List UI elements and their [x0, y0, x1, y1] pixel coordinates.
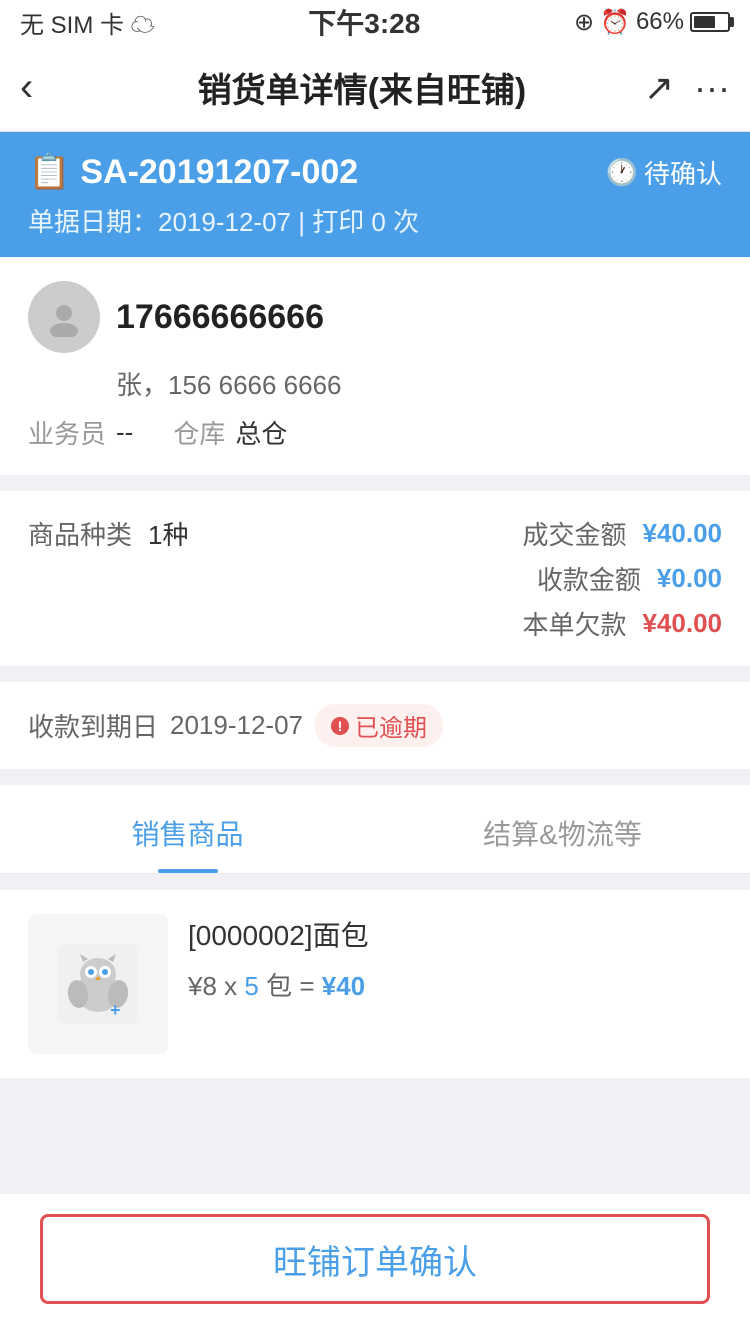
- product-price: ¥8 x 5 包 = ¥40: [188, 966, 722, 1003]
- deal-amount-value: ¥40.00: [642, 518, 722, 549]
- customer-section: 17666666666 张，156 6666 6666 业务员 -- 仓库 总仓: [0, 257, 750, 475]
- avatar: [28, 281, 100, 353]
- share-button[interactable]: ↗: [644, 67, 674, 109]
- due-date-value: 2019-12-07: [170, 710, 303, 741]
- owed-amount-row: 本单欠款 ¥40.00: [522, 605, 722, 642]
- status-time: 下午3:28: [308, 2, 420, 42]
- equals-sign: =: [299, 971, 321, 1001]
- deal-amount-row: 成交金额 ¥40.00: [522, 515, 722, 552]
- nav-bar: ‹ 销货单详情(来自旺铺) ↗ ···: [0, 44, 750, 132]
- order-header: 📋 SA-20191207-002 🕐 待确认 单据日期：2019-12-07 …: [0, 132, 750, 257]
- nav-actions: ↗ ···: [644, 67, 730, 109]
- tab-sales[interactable]: 销售商品: [0, 785, 375, 873]
- product-type-label: 商品种类: [28, 515, 132, 552]
- due-date-section: 收款到期日 2019-12-07 ! 已逾期: [0, 682, 750, 769]
- collected-amount-row: 收款金额 ¥0.00: [537, 560, 722, 597]
- owed-label: 本单欠款: [522, 605, 626, 642]
- summary-section: 商品种类 1种 成交金额 ¥40.00 收款金额 ¥0.00 本单欠款 ¥40.…: [0, 491, 750, 666]
- price-value: ¥8: [188, 971, 217, 1001]
- warehouse-item: 仓库 总仓: [173, 414, 287, 451]
- tabs-section: 销售商品 结算&物流等: [0, 785, 750, 874]
- product-name-text: 面包: [313, 920, 369, 951]
- bottom-action-bar: 旺铺订单确认: [0, 1193, 750, 1334]
- product-info: [0000002]面包 ¥8 x 5 包 = ¥40: [188, 914, 722, 1003]
- product-name: [0000002]面包: [188, 914, 722, 954]
- product-type-info: 商品种类 1种: [28, 515, 188, 552]
- status-left: 无 SIM 卡 ☁: [20, 5, 155, 40]
- overdue-badge: ! 已逾期: [315, 704, 443, 747]
- amount-info: 成交金额 ¥40.00 收款金额 ¥0.00 本单欠款 ¥40.00: [522, 515, 722, 642]
- status-bar: 无 SIM 卡 ☁ 下午3:28 ⊕ ⏰ 66%: [0, 0, 750, 44]
- order-id: 📋 SA-20191207-002: [28, 152, 358, 192]
- alarm-icon: ⏰: [600, 8, 630, 37]
- tab-settlement[interactable]: 结算&物流等: [375, 785, 750, 873]
- more-button[interactable]: ···: [694, 67, 730, 109]
- back-button[interactable]: ‹: [20, 65, 80, 110]
- battery-percent: 66%: [636, 8, 684, 36]
- salesperson-item: 业务员 --: [28, 414, 133, 451]
- product-code: [0000002]: [188, 920, 313, 951]
- salesperson-value: --: [116, 417, 133, 448]
- deal-amount-label: 成交金额: [522, 515, 626, 552]
- page-title: 销货单详情(来自旺铺): [80, 63, 644, 112]
- salesperson-label: 业务员: [28, 414, 106, 451]
- product-thumbnail: +: [28, 914, 168, 1054]
- overdue-text: 已逾期: [355, 708, 427, 743]
- clock-icon: 🕐: [606, 157, 638, 188]
- order-status-text: 待确认: [644, 154, 722, 191]
- battery-icon: [690, 12, 730, 32]
- customer-meta: 业务员 -- 仓库 总仓: [28, 414, 722, 451]
- customer-phone: 17666666666: [116, 298, 324, 337]
- location-icon: ⊕: [574, 8, 594, 37]
- customer-row: 17666666666: [28, 281, 722, 353]
- order-id-text: SA-20191207-002: [80, 153, 358, 192]
- warehouse-value: 总仓: [235, 414, 287, 451]
- svg-text:+: +: [110, 1000, 121, 1020]
- collected-value: ¥0.00: [657, 563, 722, 594]
- customer-sub-info: 张，156 6666 6666: [28, 365, 722, 402]
- owed-value: ¥40.00: [642, 608, 722, 639]
- no-sim-text: 无 SIM 卡 ☁: [20, 5, 155, 40]
- product-qty: 5: [244, 971, 258, 1001]
- confirm-button[interactable]: 旺铺订单确认: [40, 1214, 710, 1304]
- overdue-icon: !: [331, 717, 349, 735]
- product-total: ¥40: [322, 971, 365, 1001]
- due-date-label: 收款到期日: [28, 707, 158, 744]
- order-id-row: 📋 SA-20191207-002 🕐 待确认: [28, 152, 722, 192]
- order-date: 单据日期：2019-12-07 | 打印 0 次: [28, 202, 722, 239]
- product-type-value: 1种: [148, 515, 188, 552]
- product-item: + [0000002]面包 ¥8 x 5 包 = ¥40: [0, 890, 750, 1078]
- status-right: ⊕ ⏰ 66%: [574, 8, 730, 37]
- order-status: 🕐 待确认: [606, 154, 722, 191]
- warehouse-label: 仓库: [173, 414, 225, 451]
- order-icon: 📋: [28, 152, 70, 192]
- collected-label: 收款金额: [537, 560, 641, 597]
- multiply-sign: x: [224, 971, 244, 1001]
- product-unit: 包: [266, 971, 292, 1001]
